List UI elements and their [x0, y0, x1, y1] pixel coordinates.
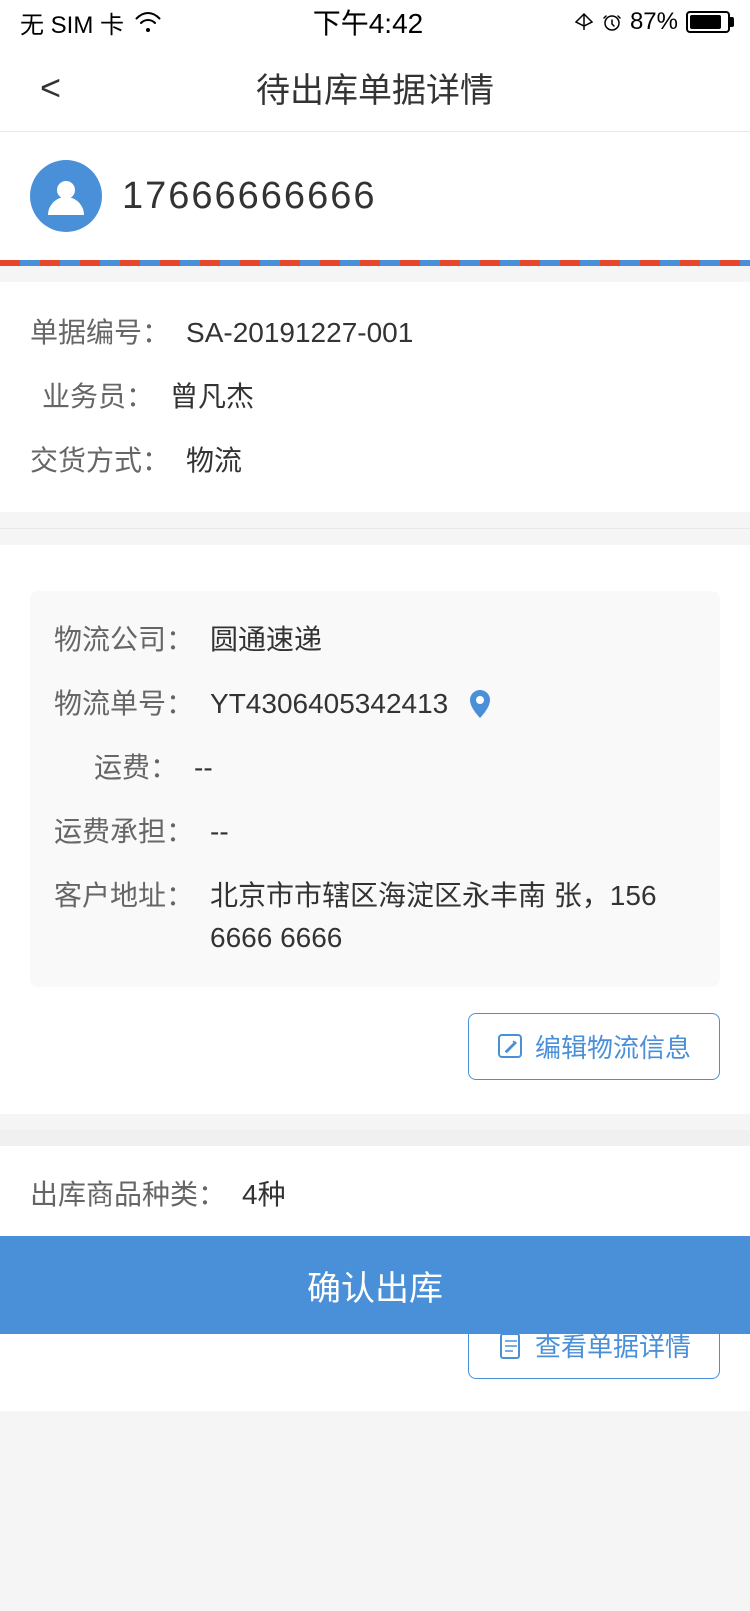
person-icon [43, 173, 89, 219]
freight-row: 运费： -- [54, 747, 696, 789]
alarm-icon [602, 12, 622, 32]
page-title: 待出库单据详情 [256, 63, 494, 112]
map-pin-icon[interactable] [462, 686, 498, 722]
company-row: 物流公司： 圆通速递 [54, 619, 696, 661]
back-button[interactable]: < [30, 57, 71, 119]
address-row: 客户地址： 北京市市辖区海淀区永丰南 张，156 6666 6666 [54, 875, 696, 959]
nav-bar: < 待出库单据详情 [0, 44, 750, 132]
freight-bearer-label: 运费承担： [54, 811, 210, 853]
battery-icon [686, 11, 730, 33]
address-value: 北京市市辖区海淀区永丰南 张，156 6666 6666 [210, 875, 696, 959]
logistics-card: 物流公司： 圆通速递 物流单号： YT4306405342413 运费： -- … [30, 591, 720, 987]
freight-bearer-row: 运费承担： -- [54, 811, 696, 853]
wifi-icon [134, 12, 162, 32]
freight-value: -- [194, 747, 696, 789]
edit-icon [497, 1033, 525, 1061]
bottom-spacer [0, 1411, 750, 1611]
types-row: 出库商品种类： 4种 [30, 1174, 720, 1216]
tracking-row: 物流单号： YT4306405342413 [54, 683, 696, 725]
separator-1 [0, 528, 750, 529]
thick-separator [0, 1130, 750, 1146]
status-bar: 无 SIM 卡 下午4:42 87% [0, 0, 750, 44]
edit-logistics-label: 编辑物流信息 [535, 1028, 691, 1065]
document-icon [497, 1332, 525, 1360]
salesperson-label: 业务员： [30, 376, 170, 418]
types-label: 出库商品种类： [30, 1174, 242, 1216]
status-left: 无 SIM 卡 [20, 5, 162, 40]
order-number-row: 单据编号： SA-20191227-001 [30, 312, 720, 354]
tracking-number: YT4306405342413 [210, 683, 448, 725]
tracking-label: 物流单号： [54, 683, 210, 725]
freight-bearer-value: -- [210, 811, 696, 853]
location-indicator-icon [574, 12, 594, 32]
address-label: 客户地址： [54, 875, 210, 917]
salesperson-value: 曾凡杰 [170, 376, 720, 418]
company-value: 圆通速递 [210, 619, 696, 661]
salesperson-row: 业务员： 曾凡杰 [30, 376, 720, 418]
types-value: 4种 [242, 1174, 720, 1216]
edit-button-row: 编辑物流信息 [30, 1003, 720, 1084]
company-label: 物流公司： [54, 619, 210, 661]
customer-header: 17666666666 [0, 132, 750, 260]
freight-label: 运费： [54, 747, 194, 789]
customer-phone: 17666666666 [122, 175, 376, 218]
delivery-label: 交货方式： [30, 440, 186, 482]
order-number-label: 单据编号： [30, 312, 186, 354]
confirm-button[interactable]: 确认出库 [0, 1236, 750, 1334]
carrier-text: 无 SIM 卡 [20, 5, 124, 40]
battery-percent: 87% [630, 8, 678, 36]
status-right: 87% [574, 8, 730, 36]
customer-avatar [30, 160, 102, 232]
status-time: 下午4:42 [313, 2, 424, 42]
dashed-separator [0, 260, 750, 266]
tracking-value-container: YT4306405342413 [210, 683, 696, 725]
delivery-value: 物流 [186, 440, 720, 482]
order-number-value: SA-20191227-001 [186, 312, 720, 354]
order-info-section: 单据编号： SA-20191227-001 业务员： 曾凡杰 交货方式： 物流 [0, 282, 750, 512]
confirm-button-label: 确认出库 [307, 1261, 443, 1310]
delivery-row: 交货方式： 物流 [30, 440, 720, 482]
edit-logistics-button[interactable]: 编辑物流信息 [468, 1013, 720, 1080]
logistics-section: 物流公司： 圆通速递 物流单号： YT4306405342413 运费： -- … [0, 545, 750, 1114]
